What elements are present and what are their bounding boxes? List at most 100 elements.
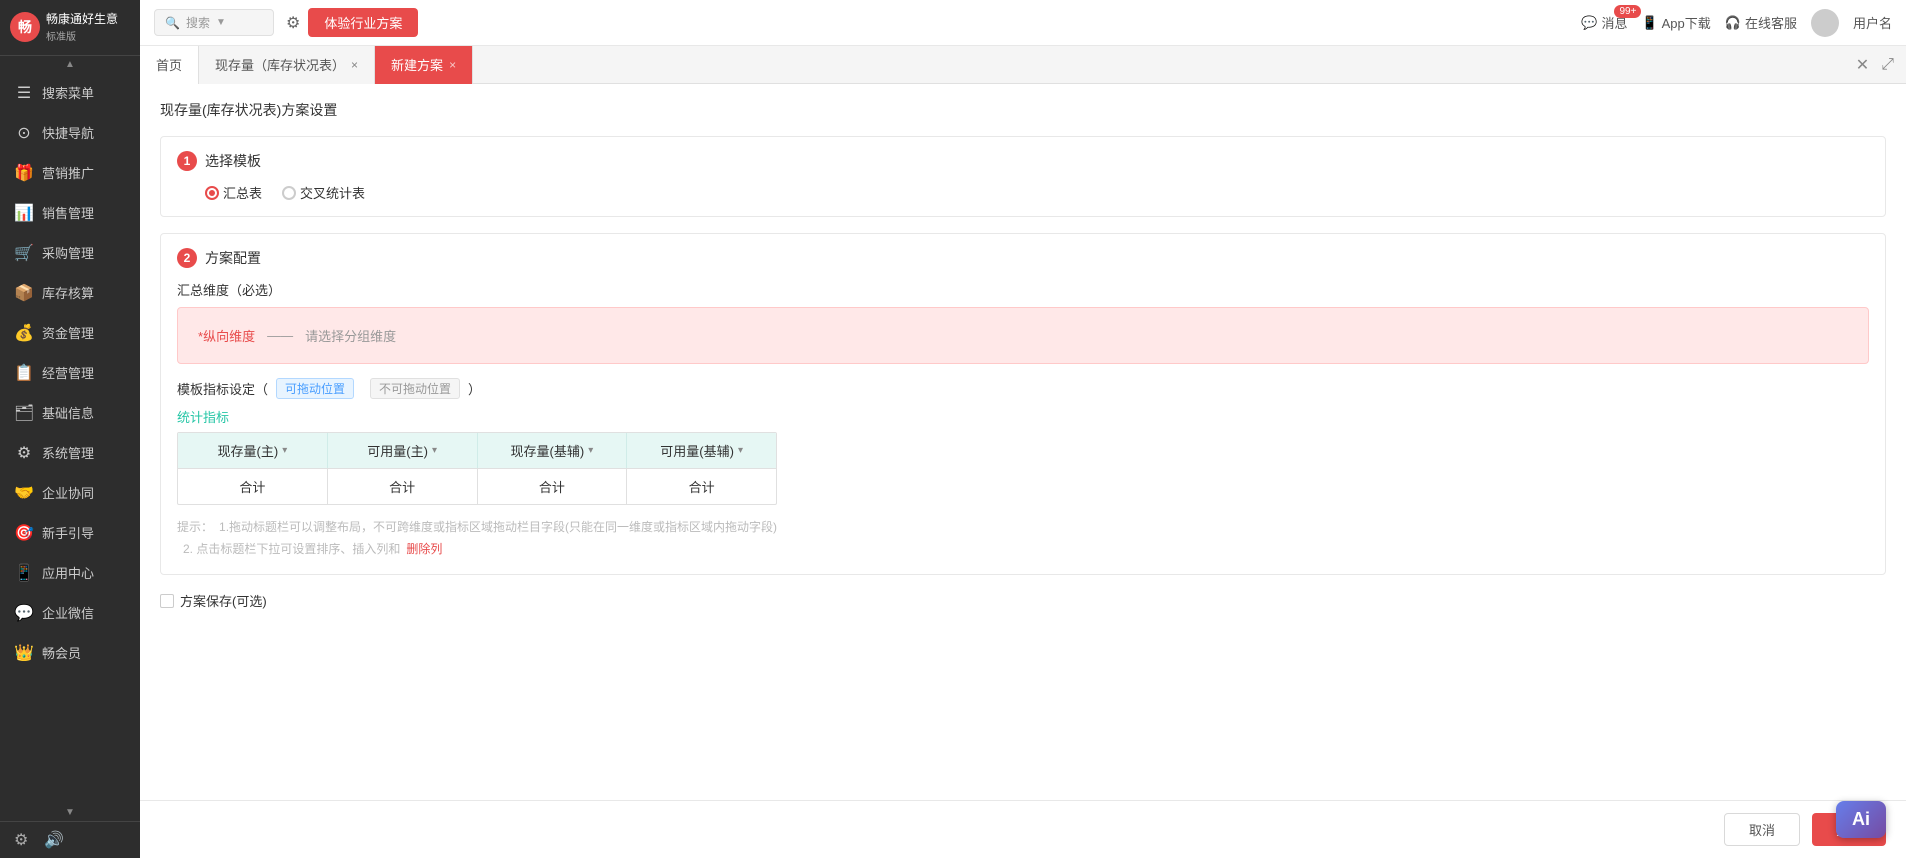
sidebar-scroll-down[interactable]: ▼ <box>0 804 140 821</box>
sidebar-item-app-center[interactable]: 📱 应用中心 <box>0 553 140 593</box>
purchase-icon: 🛒 <box>14 243 34 263</box>
save-checkbox-label: 方案保存(可选) <box>180 591 267 610</box>
sidebar-item-finance[interactable]: 💰 资金管理 <box>0 313 140 353</box>
table-header-col1[interactable]: 现存量(主) ▾ <box>178 433 328 468</box>
section1-header: 1 选择模板 <box>177 151 1869 171</box>
tab-inventory-close-icon[interactable]: × <box>351 58 358 72</box>
sidebar-logo: 畅 畅康通好生意 标准版 <box>0 0 140 56</box>
system-icon: ⚙ <box>14 443 34 463</box>
search-menu-icon: ☰ <box>14 83 34 103</box>
section2-number: 2 <box>177 248 197 268</box>
sidebar-item-basic-info[interactable]: 🗂 基础信息 <box>0 393 140 433</box>
col3-dropdown-icon[interactable]: ▾ <box>588 445 593 456</box>
enterprise-icon: 🤝 <box>14 483 34 503</box>
search-box[interactable]: 🔍 搜索 ▼ <box>154 9 274 36</box>
sidebar-item-marketing[interactable]: 🎁 营销推广 <box>0 153 140 193</box>
sidebar-item-vip[interactable]: 👑 畅会员 <box>0 633 140 673</box>
tab-inventory-status[interactable]: 现存量（库存状况表） × <box>199 46 375 84</box>
sidebar-item-new-guide[interactable]: 🎯 新手引导 <box>0 513 140 553</box>
dimension-area: *纵向维度 —— 请选择分组维度 <box>177 307 1869 364</box>
tab-new-scheme[interactable]: 新建方案 × <box>375 46 473 84</box>
sidebar-item-business[interactable]: 📋 经营管理 <box>0 353 140 393</box>
template-options: 汇总表 交叉统计表 <box>205 183 1869 202</box>
window-expand-icon[interactable]: ⤢ <box>1877 52 1898 78</box>
sound-icon[interactable]: 🔊 <box>44 830 64 850</box>
tip1-line: 提示： 1.拖动标题栏可以调整布局，不可跨维度或指标区域拖动栏目字段(只能在同一… <box>177 517 1869 539</box>
username-label[interactable]: 用户名 <box>1853 13 1892 32</box>
topbar-left: 🔍 搜索 ▼ ⚙ 体验行业方案 <box>154 8 1573 37</box>
col2-dropdown-icon[interactable]: ▾ <box>432 445 437 456</box>
sidebar-item-quick-nav[interactable]: ⊙ 快捷导航 <box>0 113 140 153</box>
radio-cross-label: 交叉统计表 <box>300 183 365 202</box>
trial-button[interactable]: 体验行业方案 <box>308 8 418 37</box>
table-header-col3[interactable]: 现存量(基辅) ▾ <box>478 433 628 468</box>
tabs-bar: 首页 现存量（库存状况表） × 新建方案 × ✕ ⤢ <box>140 46 1906 84</box>
radio-summary[interactable]: 汇总表 <box>205 183 262 202</box>
section-config: 2 方案配置 汇总维度（必选） *纵向维度 —— 请选择分组维度 模板指标设定（… <box>160 233 1886 575</box>
table-cell-1-2: 合计 <box>328 469 478 504</box>
settings-bottom-icon[interactable]: ⚙ <box>14 830 28 850</box>
basic-info-icon: 🗂 <box>14 403 34 423</box>
topbar: 🔍 搜索 ▼ ⚙ 体验行业方案 💬 消息 99+ 📱 App下载 🎧 在线客服 <box>140 0 1906 46</box>
indicators-header: 模板指标设定（ 可拖动位置 不可拖动位置 ） <box>177 378 1869 399</box>
non-draggable-badge: 不可拖动位置 <box>370 378 460 399</box>
tab-new-scheme-close-icon[interactable]: × <box>449 58 456 72</box>
radio-cross[interactable]: 交叉统计表 <box>282 183 365 202</box>
sidebar-scroll-up[interactable]: ▲ <box>0 56 140 73</box>
sidebar-item-search-menu[interactable]: ☰ 搜索菜单 <box>0 73 140 113</box>
section1-number: 1 <box>177 151 197 171</box>
sidebar-item-system[interactable]: ⚙ 系统管理 <box>0 433 140 473</box>
app-download-button[interactable]: 📱 App下载 <box>1641 13 1710 32</box>
dimension-placeholder[interactable]: 请选择分组维度 <box>305 326 396 345</box>
sidebar-item-enterprise[interactable]: 🤝 企业协同 <box>0 473 140 513</box>
summary-dim-label: 汇总维度（必选） <box>177 280 1869 299</box>
stats-label: 统计指标 <box>177 407 1869 426</box>
sidebar-item-purchase[interactable]: 🛒 采购管理 <box>0 233 140 273</box>
cancel-button[interactable]: 取消 <box>1724 813 1800 846</box>
message-badge: 99+ <box>1614 5 1641 18</box>
table-header-col4[interactable]: 可用量(基辅) ▾ <box>627 433 776 468</box>
marketing-icon: 🎁 <box>14 163 34 183</box>
table-cell-1-3: 合计 <box>478 469 628 504</box>
sidebar-nav: ☰ 搜索菜单 ⊙ 快捷导航 🎁 营销推广 📊 销售管理 🛒 采购管理 📦 库存核… <box>0 73 140 804</box>
sidebar-item-label: 搜索菜单 <box>42 83 94 102</box>
sidebar-item-wechat[interactable]: 💬 企业微信 <box>0 593 140 633</box>
service-icon: 🎧 <box>1725 15 1741 31</box>
save-checkbox-row: 方案保存(可选) <box>160 591 1886 610</box>
new-guide-icon: 🎯 <box>14 523 34 543</box>
wechat-icon: 💬 <box>14 603 34 623</box>
online-service-button[interactable]: 🎧 在线客服 <box>1725 13 1797 32</box>
tip2-line: 2. 点击标题栏下拉可设置排序、插入列和 删除列 <box>177 539 1869 561</box>
tip2-highlight: 删除列 <box>406 539 442 561</box>
radio-summary-label: 汇总表 <box>223 183 262 202</box>
topbar-right: 💬 消息 99+ 📱 App下载 🎧 在线客服 用户名 <box>1581 9 1892 37</box>
search-text: 搜索 <box>186 14 210 31</box>
avatar[interactable] <box>1811 9 1839 37</box>
section2-header: 2 方案配置 <box>177 248 1869 268</box>
sidebar-item-sales[interactable]: 📊 销售管理 <box>0 193 140 233</box>
message-icon: 💬 <box>1581 15 1597 31</box>
save-checkbox[interactable] <box>160 594 174 608</box>
section-template: 1 选择模板 汇总表 交叉统计表 <box>160 136 1886 217</box>
section1-title: 选择模板 <box>205 151 261 171</box>
business-icon: 📋 <box>14 363 34 383</box>
table-header-col2[interactable]: 可用量(主) ▾ <box>328 433 478 468</box>
search-dropdown-icon[interactable]: ▼ <box>216 17 226 28</box>
topbar-settings-icon[interactable]: ⚙ <box>286 13 300 33</box>
section2-title: 方案配置 <box>205 248 261 268</box>
sidebar-item-inventory[interactable]: 📦 库存核算 <box>0 273 140 313</box>
tab-home[interactable]: 首页 <box>140 46 199 84</box>
window-close-icon[interactable]: ✕ <box>1852 51 1873 79</box>
radio-summary-dot <box>205 186 219 200</box>
tips-area: 提示： 1.拖动标题栏可以调整布局，不可跨维度或指标区域拖动栏目字段(只能在同一… <box>177 517 1869 560</box>
dimension-required-label: *纵向维度 <box>198 326 255 345</box>
col1-dropdown-icon[interactable]: ▾ <box>282 445 287 456</box>
finance-icon: 💰 <box>14 323 34 343</box>
table-header-row: 现存量(主) ▾ 可用量(主) ▾ 现存量(基辅) ▾ 可用量(基辅) ▾ <box>178 433 776 468</box>
ai-fab-button[interactable]: Ai <box>1836 801 1886 838</box>
col4-dropdown-icon[interactable]: ▾ <box>738 445 743 456</box>
draggable-badge: 可拖动位置 <box>276 378 354 399</box>
messages-button[interactable]: 💬 消息 99+ <box>1581 13 1627 32</box>
page-title: 现存量(库存状况表)方案设置 <box>160 100 1886 120</box>
sidebar: 畅 畅康通好生意 标准版 ▲ ☰ 搜索菜单 ⊙ 快捷导航 🎁 营销推广 📊 销售… <box>0 0 140 858</box>
